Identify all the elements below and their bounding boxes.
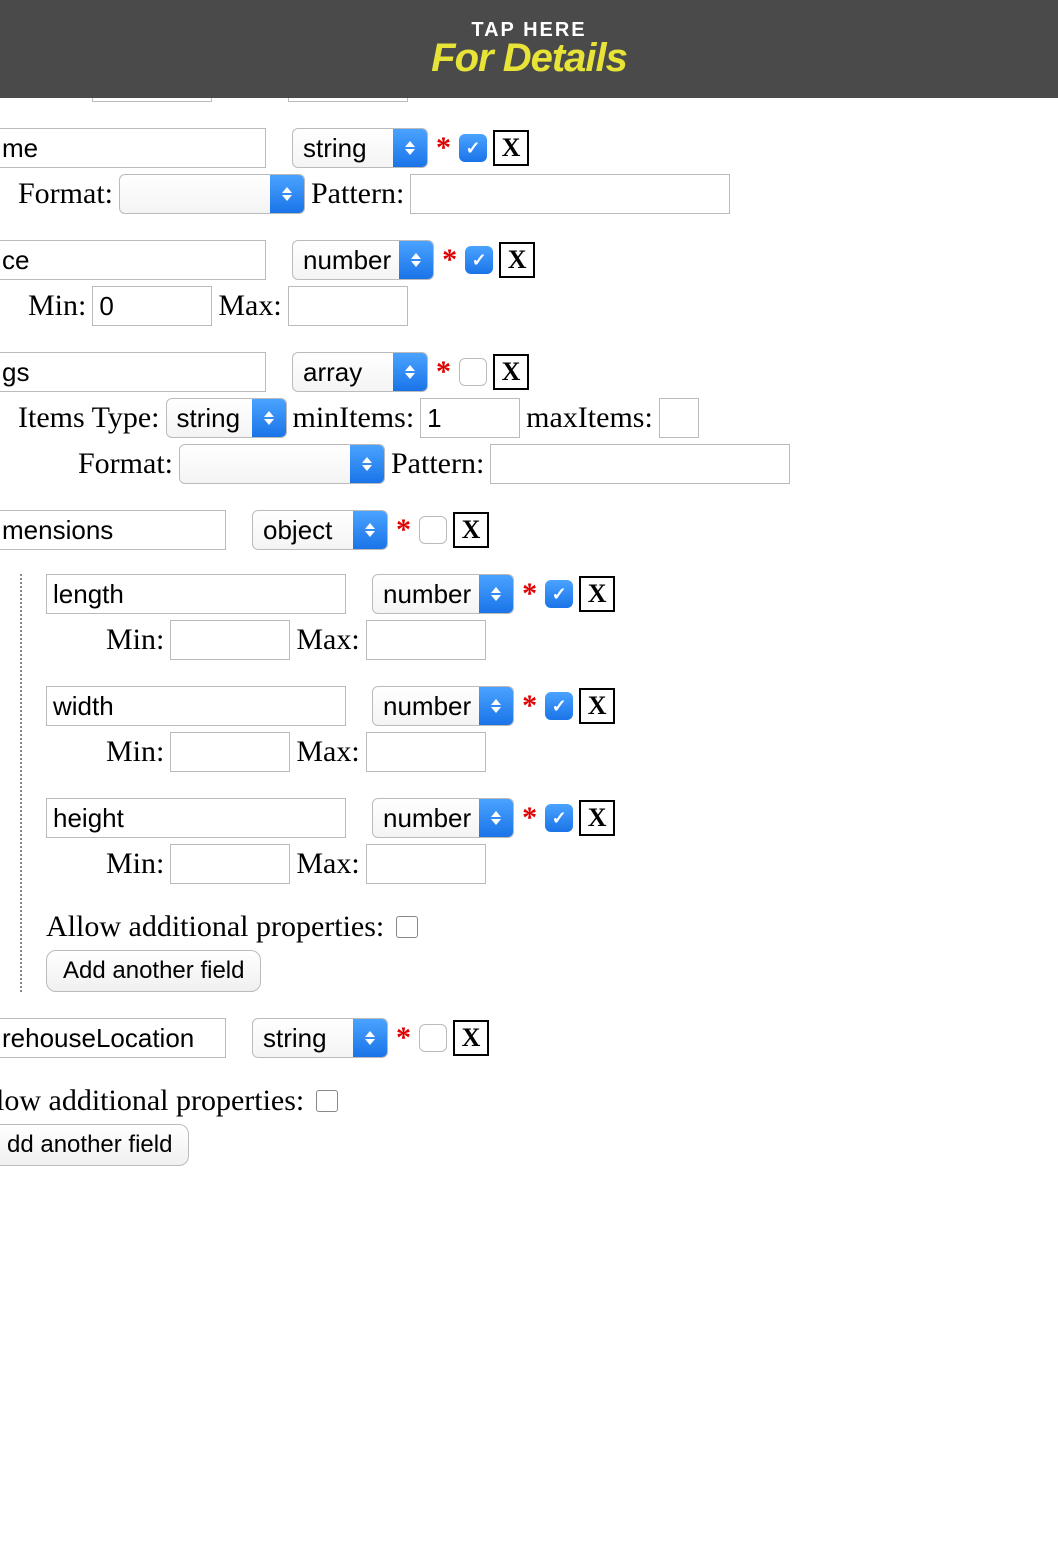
- pattern-input[interactable]: [410, 174, 730, 214]
- type-select[interactable]: number: [372, 686, 514, 726]
- min-items-label: minItems:: [293, 401, 415, 435]
- allow-additional-label: Allow additional properties:: [46, 910, 384, 944]
- delete-button[interactable]: X: [499, 242, 535, 278]
- required-asterisk: *: [436, 131, 451, 165]
- format-label: Format:: [18, 177, 113, 211]
- items-type-label: Items Type:: [18, 401, 160, 435]
- delete-button[interactable]: X: [493, 130, 529, 166]
- required-checkbox[interactable]: [545, 580, 573, 608]
- format-label: Format:: [78, 447, 173, 481]
- pattern-label: Pattern:: [391, 447, 484, 481]
- chevron-updown-icon: [270, 175, 304, 213]
- min-label: Min:: [106, 847, 164, 881]
- required-asterisk: *: [442, 243, 457, 277]
- chevron-updown-icon: [350, 445, 384, 483]
- banner-line2: For Details: [431, 38, 627, 78]
- min-label: Min:: [106, 623, 164, 657]
- chevron-updown-icon: [393, 129, 427, 167]
- max-items-label: maxItems:: [526, 401, 653, 435]
- type-select[interactable]: array: [292, 352, 428, 392]
- min-input[interactable]: [170, 620, 290, 660]
- chevron-updown-icon: [399, 241, 433, 279]
- chevron-updown-icon: [353, 1019, 387, 1057]
- delete-button[interactable]: X: [579, 688, 615, 724]
- required-checkbox[interactable]: [459, 358, 487, 386]
- add-field-button[interactable]: dd another field: [0, 1124, 189, 1166]
- required-asterisk: *: [522, 577, 537, 611]
- required-asterisk: *: [396, 1021, 411, 1055]
- field-name-input[interactable]: [0, 1018, 226, 1058]
- field-name-input[interactable]: [0, 352, 266, 392]
- type-select[interactable]: number: [292, 240, 434, 280]
- required-checkbox[interactable]: [419, 1024, 447, 1052]
- chevron-updown-icon: [479, 799, 513, 837]
- allow-additional-checkbox[interactable]: [396, 916, 418, 938]
- max-input[interactable]: [366, 732, 486, 772]
- required-checkbox[interactable]: [419, 516, 447, 544]
- field-name-input[interactable]: [0, 128, 266, 168]
- min-label: Min:: [28, 289, 86, 323]
- type-select[interactable]: string: [252, 1018, 388, 1058]
- max-items-input[interactable]: [659, 398, 699, 438]
- max-label: Max:: [218, 289, 281, 323]
- required-checkbox[interactable]: [545, 804, 573, 832]
- items-type-select[interactable]: string: [166, 398, 287, 438]
- max-label: Max:: [296, 735, 359, 769]
- required-asterisk: *: [396, 513, 411, 547]
- chevron-updown-icon: [479, 687, 513, 725]
- max-input[interactable]: [288, 286, 408, 326]
- delete-button[interactable]: X: [579, 576, 615, 612]
- max-input[interactable]: [366, 844, 486, 884]
- add-field-button[interactable]: Add another field: [46, 950, 261, 992]
- chevron-updown-icon: [252, 399, 286, 437]
- allow-additional-checkbox[interactable]: [316, 1090, 338, 1112]
- required-checkbox[interactable]: [545, 692, 573, 720]
- format-select[interactable]: [119, 174, 305, 214]
- max-label: Max:: [296, 847, 359, 881]
- min-input[interactable]: [170, 732, 290, 772]
- required-asterisk: *: [522, 801, 537, 835]
- field-name-input[interactable]: [0, 510, 226, 550]
- max-input[interactable]: [366, 620, 486, 660]
- chevron-updown-icon: [479, 575, 513, 613]
- type-select[interactable]: number: [372, 574, 514, 614]
- required-checkbox[interactable]: [465, 246, 493, 274]
- delete-button[interactable]: X: [579, 800, 615, 836]
- max-label: Max:: [296, 623, 359, 657]
- required-checkbox[interactable]: [459, 134, 487, 162]
- delete-button[interactable]: X: [493, 354, 529, 390]
- min-input[interactable]: [170, 844, 290, 884]
- required-asterisk: *: [522, 689, 537, 723]
- delete-button[interactable]: X: [453, 512, 489, 548]
- pattern-label: Pattern:: [311, 177, 404, 211]
- field-name-input[interactable]: [46, 798, 346, 838]
- required-asterisk: *: [436, 355, 451, 389]
- type-select[interactable]: string: [292, 128, 428, 168]
- type-select[interactable]: number: [372, 798, 514, 838]
- min-label: Min:: [106, 735, 164, 769]
- field-name-input[interactable]: [46, 574, 346, 614]
- promo-banner[interactable]: TAP HERE For Details: [0, 0, 1058, 98]
- chevron-updown-icon: [393, 353, 427, 391]
- chevron-updown-icon: [353, 511, 387, 549]
- pattern-input[interactable]: [490, 444, 790, 484]
- allow-additional-label: low additional properties:: [0, 1084, 304, 1118]
- field-name-input[interactable]: [46, 686, 346, 726]
- min-input[interactable]: [92, 286, 212, 326]
- delete-button[interactable]: X: [453, 1020, 489, 1056]
- type-select[interactable]: object: [252, 510, 388, 550]
- min-items-input[interactable]: [420, 398, 520, 438]
- field-name-input[interactable]: [0, 240, 266, 280]
- format-select[interactable]: [179, 444, 385, 484]
